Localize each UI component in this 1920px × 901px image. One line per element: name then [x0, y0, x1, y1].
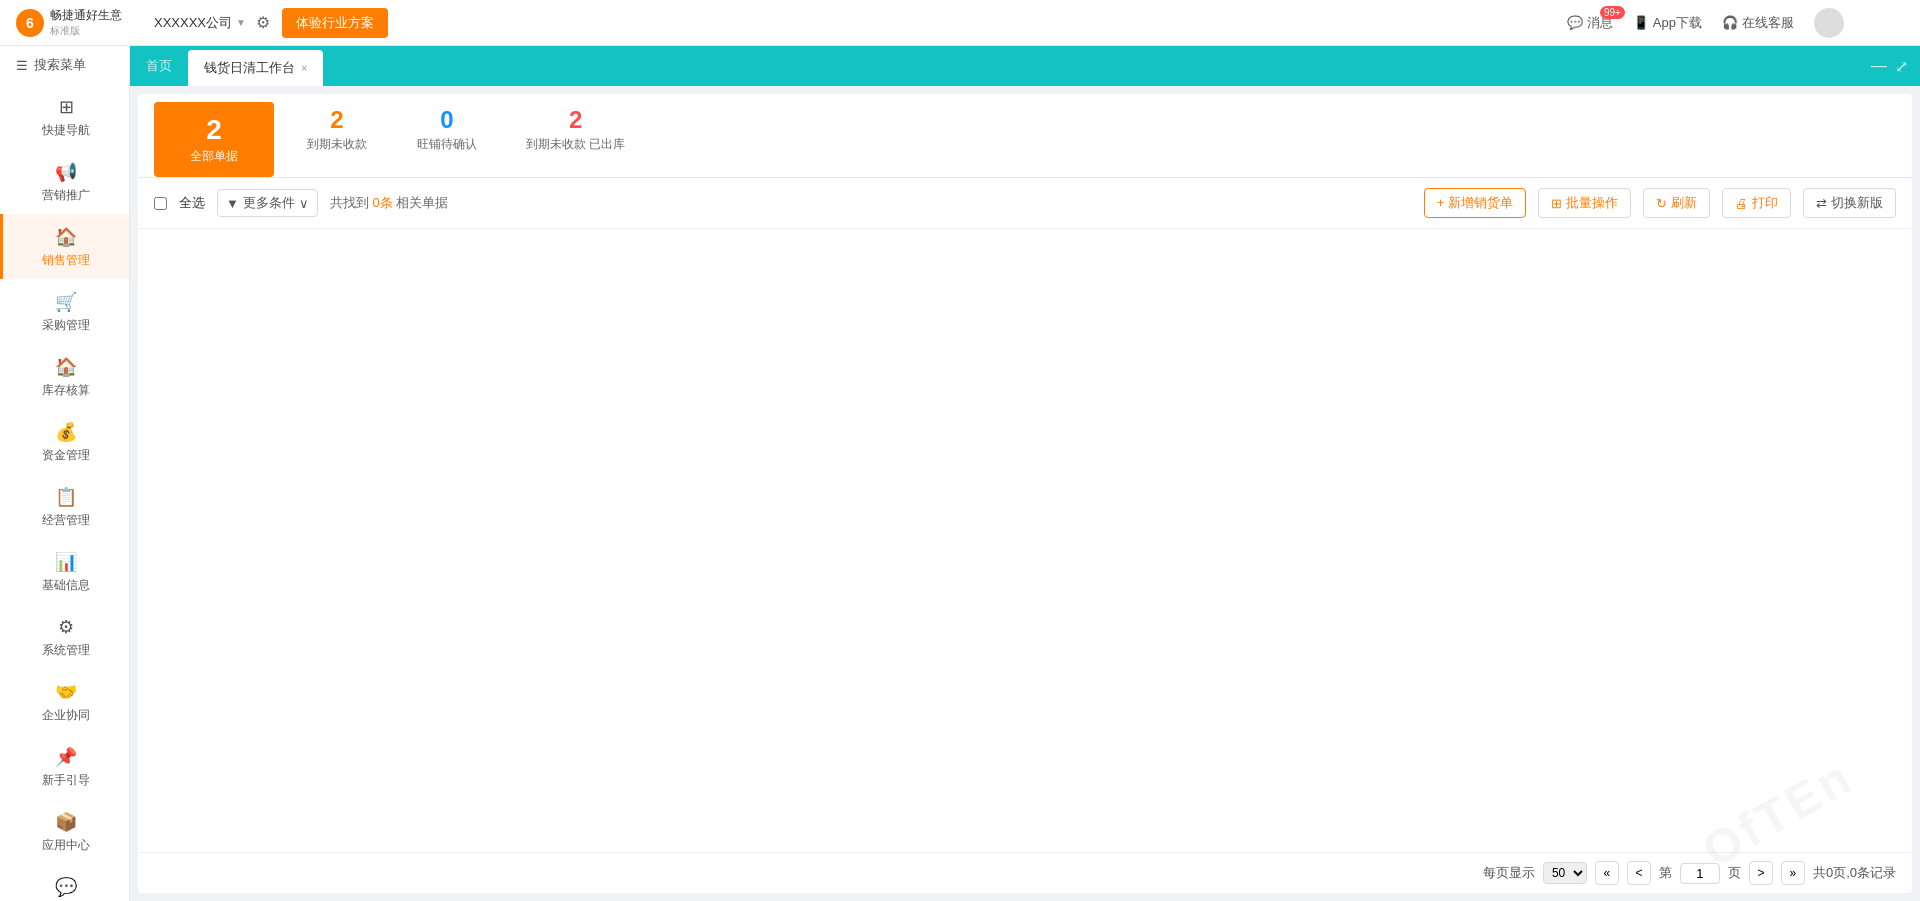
cooperation-icon: 🤝 — [55, 681, 77, 703]
page-suffix: 页 — [1728, 864, 1741, 882]
purchase-icon: 🛒 — [55, 291, 77, 313]
sidebar-item-inventory[interactable]: 🏠 库存核算 — [0, 344, 129, 409]
sales-icon: 🏠 — [55, 226, 77, 248]
logo-icon: 6 — [16, 9, 44, 37]
sidebar-item-quick-nav[interactable]: ⊞ 快捷导航 — [0, 84, 129, 149]
avatar[interactable] — [1814, 8, 1844, 38]
select-all-checkbox[interactable] — [154, 197, 167, 210]
sidebar-item-operation[interactable]: 📋 经营管理 — [0, 474, 129, 539]
pagination: 每页显示 50 « < 第 页 > » 共0页,0条记录 — [138, 852, 1912, 893]
switch-icon: ⇄ — [1816, 196, 1827, 211]
sidebar-item-guide[interactable]: 📌 新手引导 — [0, 734, 129, 799]
service-icon: 🎧 — [1722, 15, 1738, 30]
stat-tab-overdue[interactable]: 2 到期未收款 — [282, 94, 392, 177]
tab-minimize-icon[interactable]: — — [1871, 57, 1887, 75]
found-count: 0条 — [373, 195, 393, 210]
toolbar-left: 全选 ▼ 更多条件 ∨ 共找到 0条 相关单据 — [154, 189, 448, 217]
logo-text: 畅捷通好生意 标准版 — [50, 8, 122, 37]
found-text: 共找到 0条 相关单据 — [330, 194, 448, 212]
dropdown-icon: ∨ — [299, 196, 309, 211]
message-badge: 99+ — [1600, 6, 1625, 19]
sidebar-item-cooperation[interactable]: 🤝 企业协同 — [0, 669, 129, 734]
search-menu-item[interactable]: ☰ 搜索菜单 — [0, 46, 129, 84]
quick-nav-icon: ⊞ — [59, 96, 74, 118]
online-service-button[interactable]: 🎧 在线客服 — [1722, 14, 1794, 32]
batch-icon: ⊞ — [1551, 196, 1562, 211]
page-size-select[interactable]: 50 — [1543, 862, 1587, 884]
main-layout: ☰ 搜索菜单 ⊞ 快捷导航 📢 营销推广 🏠 销售管理 🛒 采购管理 🏠 库存核… — [0, 46, 1920, 901]
tab-home[interactable]: 首页 — [130, 46, 188, 86]
system-icon: ⚙ — [58, 616, 74, 638]
filter-button[interactable]: ▼ 更多条件 ∨ — [217, 189, 318, 217]
total-count: 共0页,0条记录 — [1813, 864, 1896, 882]
user-name[interactable] — [1864, 8, 1904, 38]
print-button[interactable]: 🖨 打印 — [1722, 188, 1791, 218]
sidebar-item-app-center[interactable]: 📦 应用中心 — [0, 799, 129, 864]
stats-tabs: 2 全部单据 2 到期未收款 0 旺铺待确认 2 到期未收款 已出库 — [138, 94, 1912, 178]
company-selector[interactable]: XXXXXX公司 ▼ — [154, 14, 246, 32]
operation-icon: 📋 — [55, 486, 77, 508]
next-page-button[interactable]: > — [1749, 861, 1773, 885]
sidebar-item-system[interactable]: ⚙ 系统管理 — [0, 604, 129, 669]
table-area — [138, 229, 1912, 852]
header-right: 💬 消息 99+ 📱 App下载 🎧 在线客服 — [1567, 8, 1904, 38]
download-icon: 📱 — [1633, 15, 1649, 30]
logo-area: 6 畅捷通好生意 标准版 — [16, 8, 146, 37]
sidebar-item-sales[interactable]: 🏠 销售管理 — [0, 214, 129, 279]
sidebar-item-basic-info[interactable]: 📊 基础信息 — [0, 539, 129, 604]
top-header: 6 畅捷通好生意 标准版 XXXXXX公司 ▼ ⚙ 体验行业方案 💬 消息 99… — [0, 0, 1920, 46]
refresh-button[interactable]: ↻ 刷新 — [1643, 188, 1710, 218]
tab-maximize-icon[interactable]: ⤢ — [1895, 57, 1908, 76]
prev-page-button[interactable]: < — [1627, 861, 1651, 885]
app-download-button[interactable]: 📱 App下载 — [1633, 14, 1702, 32]
first-page-button[interactable]: « — [1595, 861, 1619, 885]
sidebar-item-purchase[interactable]: 🛒 采购管理 — [0, 279, 129, 344]
page-input[interactable] — [1680, 863, 1720, 884]
experience-button[interactable]: 体验行业方案 — [282, 8, 388, 38]
settings-button[interactable]: ⚙ — [256, 13, 270, 32]
batch-operation-button[interactable]: ⊞ 批量操作 — [1538, 188, 1631, 218]
toolbar-right: + 新增销货单 ⊞ 批量操作 ↻ 刷新 🖨 打印 ⇄ — [1424, 188, 1896, 218]
marketing-icon: 📢 — [55, 161, 77, 183]
refresh-icon: ↻ — [1656, 196, 1667, 211]
dropdown-arrow-icon: ▼ — [236, 17, 246, 28]
finance-icon: 💰 — [55, 421, 77, 443]
stat-tab-all[interactable]: 2 全部单据 — [154, 102, 274, 177]
tab-close-icon[interactable]: × — [301, 62, 307, 74]
sidebar-item-finance[interactable]: 💰 资金管理 — [0, 409, 129, 474]
tab-actions: — ⤢ — [1871, 57, 1920, 76]
select-all-label: 全选 — [179, 194, 205, 212]
filter-icon: ▼ — [226, 196, 239, 211]
stat-tab-pending[interactable]: 0 旺铺待确认 — [392, 94, 502, 177]
last-page-button[interactable]: » — [1781, 861, 1805, 885]
message-icon: 💬 — [1567, 15, 1583, 30]
sidebar-item-marketing[interactable]: 📢 营销推广 — [0, 149, 129, 214]
inventory-icon: 🏠 — [55, 356, 77, 378]
basic-info-icon: 📊 — [55, 551, 77, 573]
tab-workbench[interactable]: 钱货日清工作台 × — [188, 50, 323, 86]
message-button[interactable]: 💬 消息 99+ — [1567, 14, 1613, 32]
search-icon: ☰ — [16, 58, 28, 73]
sidebar: ☰ 搜索菜单 ⊞ 快捷导航 📢 营销推广 🏠 销售管理 🛒 采购管理 🏠 库存核… — [0, 46, 130, 901]
add-order-button[interactable]: + 新增销货单 — [1424, 188, 1526, 218]
toolbar: 全选 ▼ 更多条件 ∨ 共找到 0条 相关单据 + 新增销货单 ⊞ — [138, 178, 1912, 229]
tab-bar: 首页 钱货日清工作台 × — ⤢ — [130, 46, 1920, 86]
wechat-icon: 💬 — [55, 876, 77, 898]
sidebar-item-wechat[interactable]: 💬 企业微信 — [0, 864, 129, 901]
stat-tab-shipped[interactable]: 2 到期未收款 已出库 — [502, 94, 649, 177]
page-size-label: 每页显示 — [1483, 864, 1535, 882]
page-label: 第 — [1659, 864, 1672, 882]
switch-version-button[interactable]: ⇄ 切换新版 — [1803, 188, 1896, 218]
company-name: XXXXXX公司 — [154, 14, 232, 32]
page-body: 2 全部单据 2 到期未收款 0 旺铺待确认 2 到期未收款 已出库 — [138, 94, 1912, 893]
app-center-icon: 📦 — [55, 811, 77, 833]
guide-icon: 📌 — [55, 746, 77, 768]
print-icon: 🖨 — [1735, 196, 1748, 211]
content-area: 首页 钱货日清工作台 × — ⤢ 2 全部单据 2 — [130, 46, 1920, 901]
